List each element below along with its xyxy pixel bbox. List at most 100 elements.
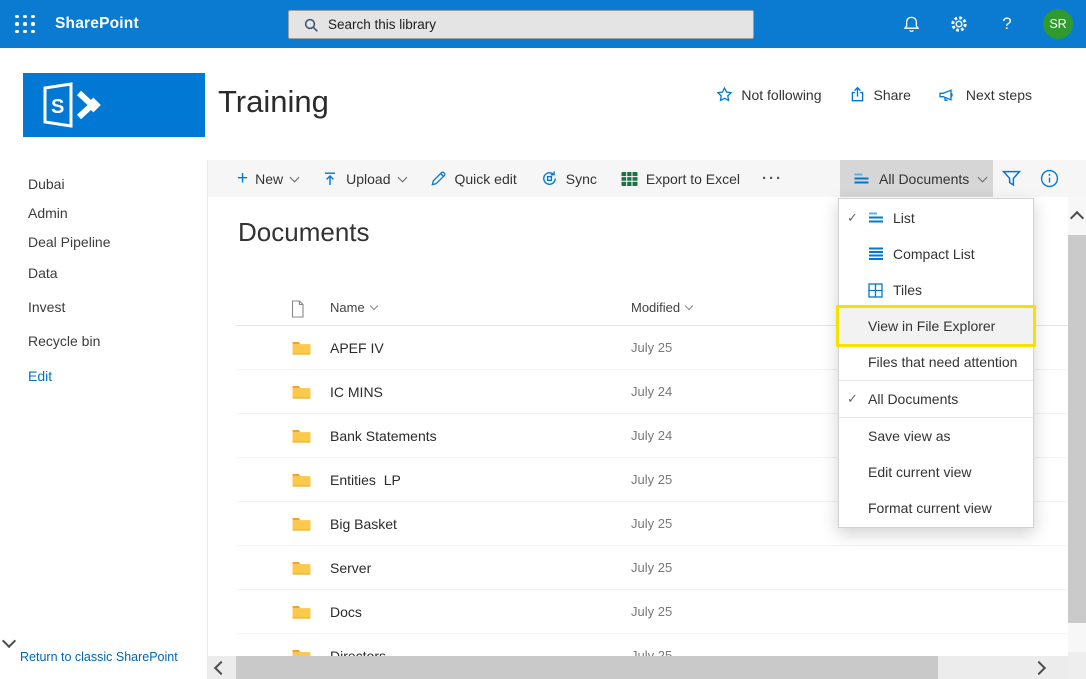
- documents-heading: Documents: [238, 217, 370, 248]
- modified-date: July 25: [631, 604, 672, 619]
- new-button[interactable]: + New: [225, 160, 310, 197]
- overflow-menu-button[interactable]: ···: [752, 170, 793, 187]
- filter-funnel-icon: [1002, 170, 1021, 187]
- export-to-excel-button[interactable]: Export to Excel: [609, 160, 752, 197]
- sidebar-item-label: Data: [28, 265, 58, 281]
- details-info-button[interactable]: [1033, 160, 1065, 197]
- column-label: Modified: [631, 300, 680, 315]
- sidebar-item-recycle-bin[interactable]: Recycle bin: [28, 324, 207, 358]
- search-input[interactable]: Search this library: [288, 10, 754, 39]
- notifications-bell-icon[interactable]: [899, 12, 923, 36]
- sidebar-item-dubai[interactable]: Dubai: [28, 169, 207, 198]
- folder-icon: [291, 472, 312, 488]
- menu-item-label: All Documents: [868, 391, 958, 407]
- modified-date: July 25: [631, 516, 672, 531]
- settings-gear-icon[interactable]: [947, 12, 971, 36]
- menu-item-files-that-need-attention[interactable]: Files that need attention: [839, 344, 1033, 380]
- sidebar-item-admin[interactable]: Admin: [28, 198, 207, 227]
- new-label: New: [255, 171, 283, 187]
- file-type-column-icon[interactable]: [290, 300, 305, 318]
- star-icon: [716, 86, 733, 103]
- menu-item-label: Edit current view: [868, 464, 971, 480]
- checkmark-icon: ✓: [847, 391, 868, 407]
- site-title: Training: [218, 84, 329, 120]
- follow-label: Not following: [741, 87, 821, 103]
- compact-list-icon: [868, 247, 893, 261]
- chevron-down-icon: [369, 302, 377, 310]
- folder-name[interactable]: APEF IV: [330, 340, 384, 356]
- menu-item-view-in-file-explorer[interactable]: View in File Explorer: [839, 308, 1033, 344]
- folder-icon: [291, 560, 312, 576]
- folder-name[interactable]: Server: [330, 560, 371, 576]
- menu-item-all-documents[interactable]: ✓ All Documents: [839, 381, 1033, 417]
- chevron-down-icon: [978, 172, 988, 182]
- sidebar-item-label: Invest: [28, 299, 65, 315]
- edit-navigation-link[interactable]: Edit: [28, 358, 207, 394]
- scroll-right-arrow-icon[interactable]: [1032, 661, 1046, 675]
- folder-icon: [291, 604, 312, 620]
- column-header-modified[interactable]: Modified: [631, 300, 692, 315]
- column-label: Name: [330, 300, 365, 315]
- folder-name[interactable]: Entities LP: [330, 472, 401, 488]
- vertical-scrollbar[interactable]: [1068, 197, 1086, 652]
- chevron-down-icon: [685, 302, 693, 310]
- menu-item-label: Compact List: [893, 246, 975, 262]
- horizontal-scrollbar-thumb[interactable]: [236, 656, 938, 679]
- sidebar-item-deal-pipeline[interactable]: Deal Pipeline: [28, 227, 207, 256]
- search-placeholder: Search this library: [328, 17, 436, 32]
- left-navigation: Dubai Admin Deal Pipeline Data Invest Re…: [0, 160, 208, 679]
- sidebar-item-label: Dubai: [28, 176, 65, 192]
- view-selector-button[interactable]: All Documents: [840, 160, 993, 197]
- help-icon[interactable]: ?: [995, 12, 1019, 36]
- folder-name[interactable]: Docs: [330, 604, 362, 620]
- modified-date: July 25: [631, 560, 672, 575]
- chevron-down-icon: [397, 172, 407, 182]
- sidebar-item-invest[interactable]: Invest: [28, 290, 207, 324]
- folder-name[interactable]: Bank Statements: [330, 428, 437, 444]
- sharepoint-brand[interactable]: SharePoint: [55, 15, 139, 33]
- app-launcher-waffle-icon[interactable]: [15, 15, 35, 34]
- horizontal-scrollbar[interactable]: [208, 656, 1068, 679]
- vertical-scrollbar-thumb[interactable]: [1068, 235, 1086, 623]
- menu-item-compact-list[interactable]: Compact List: [839, 236, 1033, 272]
- table-row[interactable]: Docs July 25: [236, 590, 1068, 634]
- filter-button[interactable]: [995, 160, 1027, 197]
- header-actions: Not following Share Next steps: [689, 86, 1032, 103]
- view-selector-label: All Documents: [879, 171, 969, 187]
- share-button[interactable]: Share: [849, 86, 911, 103]
- sync-button[interactable]: Sync: [529, 160, 609, 197]
- column-header-name[interactable]: Name: [330, 300, 377, 315]
- menu-item-format-current-view[interactable]: Format current view: [839, 490, 1033, 526]
- scroll-left-arrow-icon[interactable]: [214, 661, 228, 675]
- modified-date: July 24: [631, 428, 672, 443]
- scroll-up-arrow-icon[interactable]: [1070, 211, 1084, 225]
- checkmark-icon: ✓: [847, 210, 868, 226]
- modified-date: July 25: [631, 472, 672, 487]
- menu-item-save-view-as[interactable]: Save view as: [839, 418, 1033, 454]
- suite-bar: SharePoint Search this library ? SR: [0, 0, 1086, 48]
- quick-edit-button[interactable]: Quick edit: [418, 160, 529, 197]
- sidebar-item-data[interactable]: Data: [28, 256, 207, 290]
- menu-item-label: List: [893, 210, 915, 226]
- upload-button[interactable]: Upload: [310, 160, 417, 197]
- megaphone-icon: [938, 87, 958, 103]
- menu-item-list[interactable]: ✓ List: [839, 200, 1033, 236]
- sharepoint-site-logo[interactable]: S: [23, 73, 205, 137]
- follow-button[interactable]: Not following: [716, 86, 821, 103]
- menu-item-edit-current-view[interactable]: Edit current view: [839, 454, 1033, 490]
- modified-date: July 24: [631, 384, 672, 399]
- folder-icon: [291, 516, 312, 532]
- next-steps-button[interactable]: Next steps: [938, 87, 1032, 103]
- svg-text:S: S: [51, 96, 64, 118]
- export-label: Export to Excel: [646, 171, 740, 187]
- table-row[interactable]: Server July 25: [236, 546, 1068, 590]
- menu-item-tiles[interactable]: Tiles: [839, 272, 1033, 308]
- account-avatar[interactable]: SR: [1043, 9, 1073, 39]
- folder-name[interactable]: IC MINS: [330, 384, 383, 400]
- list-view-icon: [868, 211, 893, 225]
- return-to-classic-link[interactable]: Return to classic SharePoint: [20, 650, 178, 664]
- folder-name[interactable]: Big Basket: [330, 516, 397, 532]
- upload-icon: [322, 171, 338, 187]
- quick-edit-label: Quick edit: [455, 171, 517, 187]
- excel-icon: [621, 171, 638, 187]
